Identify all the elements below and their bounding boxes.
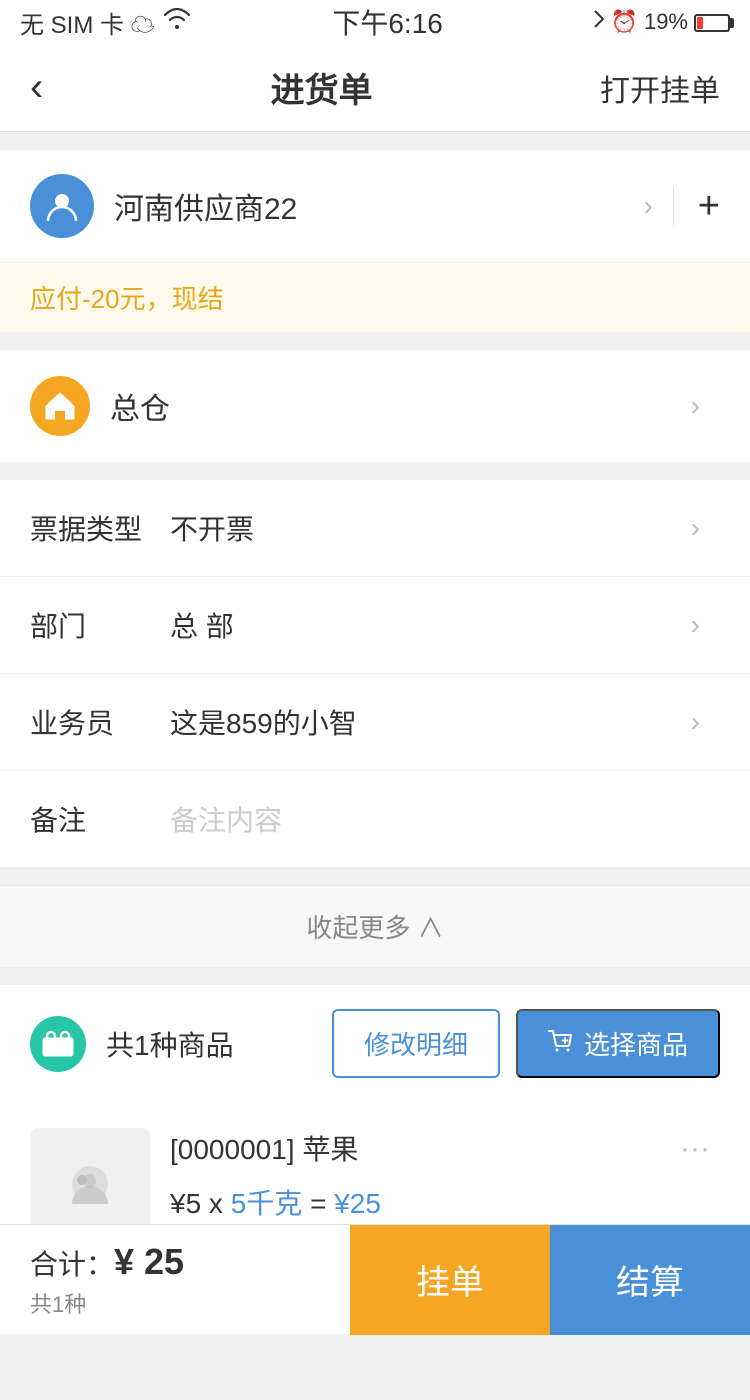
- status-bar: 无 SIM 卡 ☁ 下午6:16 ⏰ 19%: [0, 0, 750, 44]
- total-section: 合计：¥ 25 共1种: [0, 1241, 350, 1319]
- salesperson-row[interactable]: 业务员 这是859的小智 ›: [0, 673, 750, 770]
- back-button[interactable]: ‹: [30, 65, 43, 110]
- supplier-row[interactable]: 河南供应商22 › +: [0, 150, 750, 263]
- warehouse-name: 总仓: [110, 384, 691, 428]
- supplier-avatar: [30, 174, 94, 238]
- hang-button[interactable]: 挂单: [350, 1225, 550, 1335]
- location-icon: [585, 9, 605, 35]
- ticket-type-label: 票据类型: [30, 508, 160, 548]
- cart-icon: [548, 1028, 576, 1059]
- collapse-row[interactable]: 收起更多 ∧: [0, 885, 750, 967]
- total-count: 共1种: [30, 1287, 320, 1319]
- add-supplier-button[interactable]: +: [673, 187, 720, 225]
- department-label: 部门: [30, 605, 160, 645]
- sim-status: 无 SIM 卡 ☁: [20, 5, 155, 40]
- battery-percent: 19%: [644, 9, 688, 35]
- product-price: ¥5 x 5千克 = ¥25: [170, 1182, 650, 1222]
- wifi-icon: [163, 8, 191, 37]
- remark-label: 备注: [30, 799, 160, 839]
- salesperson-label: 业务员: [30, 702, 160, 742]
- department-value: 总 部: [170, 605, 691, 645]
- product-info: [0000001] 苹果 ¥5 x 5千克 = ¥25: [170, 1128, 650, 1222]
- supplier-name: 河南供应商22: [114, 184, 643, 228]
- battery-icon: [694, 9, 730, 35]
- status-left: 无 SIM 卡 ☁: [20, 5, 191, 40]
- product-header: 共1种商品 修改明细 选择商品: [0, 985, 750, 1102]
- warehouse-row[interactable]: 总仓 ›: [0, 350, 750, 462]
- ticket-type-value: 不开票: [170, 508, 691, 548]
- product-count-text: 共1种商品: [106, 1024, 332, 1064]
- warehouse-section: 总仓 ›: [0, 350, 750, 462]
- warehouse-icon: [30, 376, 90, 436]
- salesperson-value: 这是859的小智: [170, 702, 691, 742]
- supplier-chevron-icon: ›: [643, 190, 652, 222]
- form-section: 票据类型 不开票 › 部门 总 部 › 业务员 这是859的小智 › 备注 备注…: [0, 480, 750, 867]
- product-more-button[interactable]: ···: [670, 1128, 720, 1170]
- total-amount: ¥ 25: [114, 1241, 184, 1282]
- nav-bar: ‹ 进货单 打开挂单: [0, 44, 750, 132]
- edit-detail-button[interactable]: 修改明细: [332, 1009, 500, 1078]
- department-chevron-icon: ›: [691, 609, 700, 641]
- warehouse-chevron-icon: ›: [691, 390, 700, 422]
- department-row[interactable]: 部门 总 部 ›: [0, 576, 750, 673]
- notice-banner: 应付-20元，现结: [0, 263, 750, 332]
- product-count-icon: [30, 1016, 86, 1072]
- total-amount-row: 合计：¥ 25: [30, 1241, 320, 1283]
- ticket-type-chevron-icon: ›: [691, 512, 700, 544]
- salesperson-chevron-icon: ›: [691, 706, 700, 738]
- product-name: [0000001] 苹果: [170, 1128, 650, 1168]
- ticket-type-row[interactable]: 票据类型 不开票 ›: [0, 480, 750, 576]
- alarm-icon: ⏰: [611, 9, 638, 35]
- supplier-section: 河南供应商22 › + 应付-20元，现结: [0, 150, 750, 332]
- select-product-label: 选择商品: [584, 1025, 688, 1062]
- bottom-bar: 合计：¥ 25 共1种 挂单 结算: [0, 1224, 750, 1334]
- page-title: 进货单: [271, 63, 373, 112]
- status-right: ⏰ 19%: [585, 9, 730, 35]
- checkout-button[interactable]: 结算: [550, 1225, 750, 1335]
- open-hang-button[interactable]: 打开挂单: [600, 66, 720, 110]
- remark-row[interactable]: 备注 备注内容: [0, 770, 750, 867]
- status-time: 下午6:16: [332, 2, 443, 42]
- remark-placeholder[interactable]: 备注内容: [170, 799, 720, 839]
- select-product-button[interactable]: 选择商品: [516, 1009, 720, 1078]
- total-label: 合计：: [30, 1249, 114, 1280]
